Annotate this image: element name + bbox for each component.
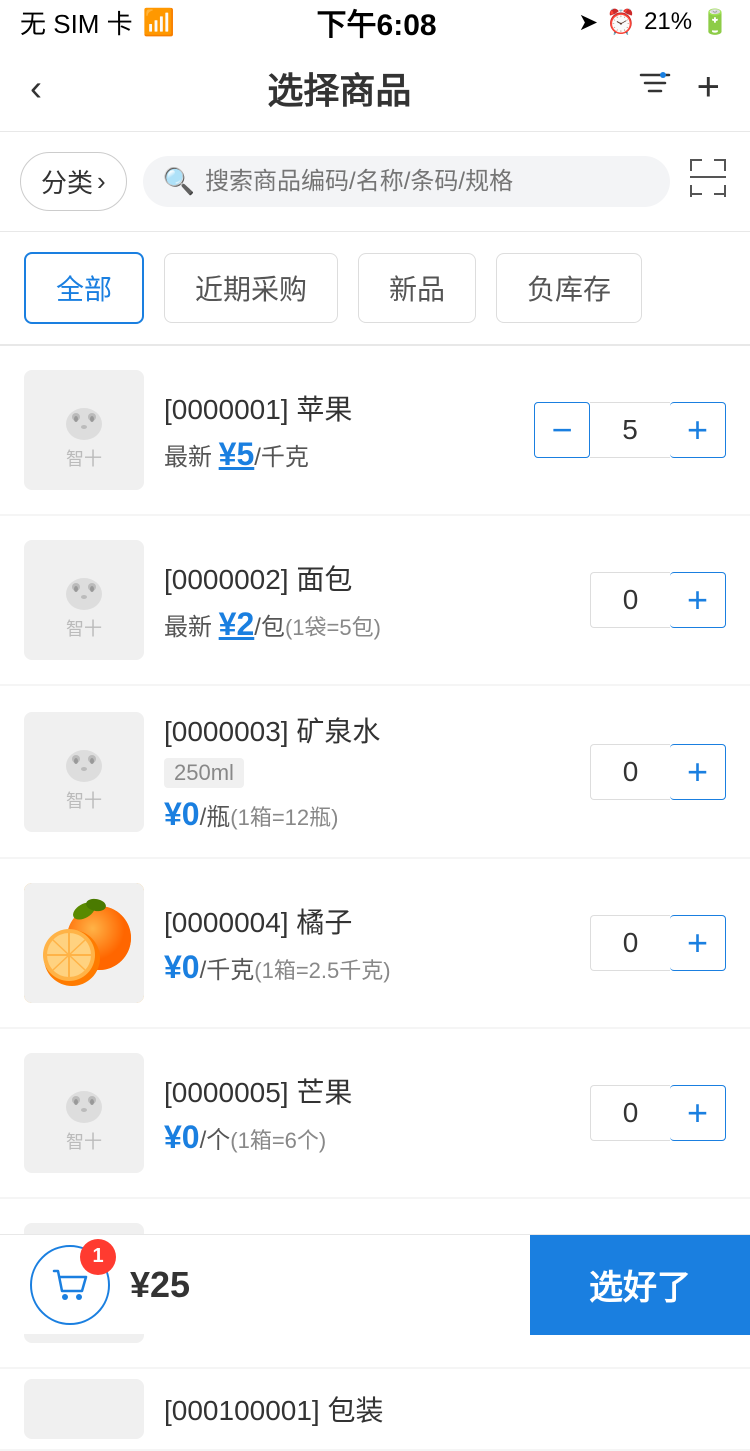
product-item-0000002: 智十 [0000002] 面包 最新 ¥2/包(1袋=5包) + [0,516,750,684]
status-time: 下午6:08 [317,0,437,44]
qty-plus-0000004[interactable]: + [670,915,726,971]
nav-left: ‹ [30,67,42,109]
wifi-icon: 📶 [143,7,175,38]
cart-total: ¥25 [130,1264,190,1306]
qty-plus-0000003[interactable]: + [670,744,726,800]
qty-input-0000004[interactable] [590,915,670,971]
product-name-0000003: [0000003] 矿泉水 [164,710,570,750]
search-wrap: 🔍 [143,156,670,207]
qty-control-0000002: + [590,572,726,628]
tab-all[interactable]: 全部 [24,252,144,324]
qty-control-0000005: + [590,1085,726,1141]
battery-text: 21% [644,8,692,36]
cart-badge: 1 [80,1239,116,1275]
page-title: 选择商品 [267,62,411,114]
confirm-button[interactable]: 选好了 [530,1235,750,1335]
cart-area: 1 ¥25 [0,1245,530,1325]
alarm-icon: ⏰ [606,8,636,37]
bottom-bar: 1 ¥25 选好了 [0,1234,750,1334]
product-item-0000001: 智十 [0000001] 苹果 最新 ¥5/千克 − + [0,346,750,514]
tab-bar: 全部 近期采购 新品 负库存 [0,232,750,346]
product-info-0000004: [0000004] 橘子 ¥0/千克(1箱=2.5千克) [164,901,570,986]
product-spec-0000003: 250ml [164,758,244,788]
status-left: 无 SIM 卡 📶 [20,4,175,41]
product-thumb-0000005: 智十 [24,1053,144,1173]
cart-button[interactable]: 1 [30,1245,110,1325]
nav-right: + [637,65,720,110]
qty-input-0000005[interactable] [590,1085,670,1141]
filter-icon[interactable] [637,65,673,110]
category-label: 分类 [41,163,93,200]
product-thumb-partial [24,1379,144,1439]
product-price-0000004: ¥0/千克(1箱=2.5千克) [164,949,570,986]
nav-bar: ‹ 选择商品 + [0,44,750,132]
qty-input-0000001[interactable] [590,402,670,458]
product-name-0000001: [0000001] 苹果 [164,388,514,428]
category-chevron: › [97,166,106,197]
product-info-0000003: [0000003] 矿泉水 250ml ¥0/瓶(1箱=12瓶) [164,710,570,833]
tab-new[interactable]: 新品 [358,253,476,323]
add-button[interactable]: + [697,65,720,110]
product-name-0000002: [0000002] 面包 [164,558,570,598]
product-name-0000004: [0000004] 橘子 [164,901,570,941]
tab-recent[interactable]: 近期采购 [164,253,338,323]
product-thumb-0000003: 智十 [24,712,144,832]
filter-bar: 分类 › 🔍 [0,132,750,232]
product-item-0000004: [0000004] 橘子 ¥0/千克(1箱=2.5千克) + [0,859,750,1027]
tab-negative[interactable]: 负库存 [496,253,642,323]
product-info-0000002: [0000002] 面包 最新 ¥2/包(1袋=5包) [164,558,570,643]
qty-control-0000004: + [590,915,726,971]
qty-control-0000003: + [590,744,726,800]
search-icon: 🔍 [163,166,195,197]
qty-plus-0000005[interactable]: + [670,1085,726,1141]
qty-input-0000003[interactable] [590,744,670,800]
product-info-partial: [000100001] 包装 [164,1389,726,1429]
product-name-partial: [000100001] 包装 [164,1389,726,1429]
qty-input-0000002[interactable] [590,572,670,628]
qty-plus-0000001[interactable]: + [670,402,726,458]
product-price-0000005: ¥0/个(1箱=6个) [164,1119,570,1156]
product-name-0000005: [0000005] 芒果 [164,1071,570,1111]
product-item-0000003: 智十 [0000003] 矿泉水 250ml ¥0/瓶(1箱=12瓶) + [0,686,750,857]
qty-plus-0000002[interactable]: + [670,572,726,628]
qty-minus-0000001[interactable]: − [534,402,590,458]
battery-icon: 🔋 [700,8,730,37]
product-item-0000005: 智十 [0000005] 芒果 ¥0/个(1箱=6个) + [0,1029,750,1197]
product-price-0000002: 最新 ¥2/包(1袋=5包) [164,606,570,643]
status-bar: 无 SIM 卡 📶 下午6:08 ➤ ⏰ 21% 🔋 [0,0,750,44]
status-right: ➤ ⏰ 21% 🔋 [578,8,730,37]
product-price-0000003: ¥0/瓶(1箱=12瓶) [164,796,570,833]
product-price-0000001: 最新 ¥5/千克 [164,436,514,473]
product-thumb-0000002: 智十 [24,540,144,660]
back-button[interactable]: ‹ [30,67,42,109]
category-button[interactable]: 分类 › [20,152,127,211]
location-icon: ➤ [578,8,598,37]
product-thumb-0000001: 智十 [24,370,144,490]
product-thumb-0000004 [24,883,144,1003]
qty-control-0000001: − + [534,402,726,458]
product-item-partial: [000100001] 包装 [0,1369,750,1449]
search-input[interactable] [205,168,650,196]
carrier-text: 无 SIM 卡 [20,4,133,41]
scan-icon[interactable] [686,155,730,208]
product-info-0000005: [0000005] 芒果 ¥0/个(1箱=6个) [164,1071,570,1156]
product-info-0000001: [0000001] 苹果 最新 ¥5/千克 [164,388,514,473]
